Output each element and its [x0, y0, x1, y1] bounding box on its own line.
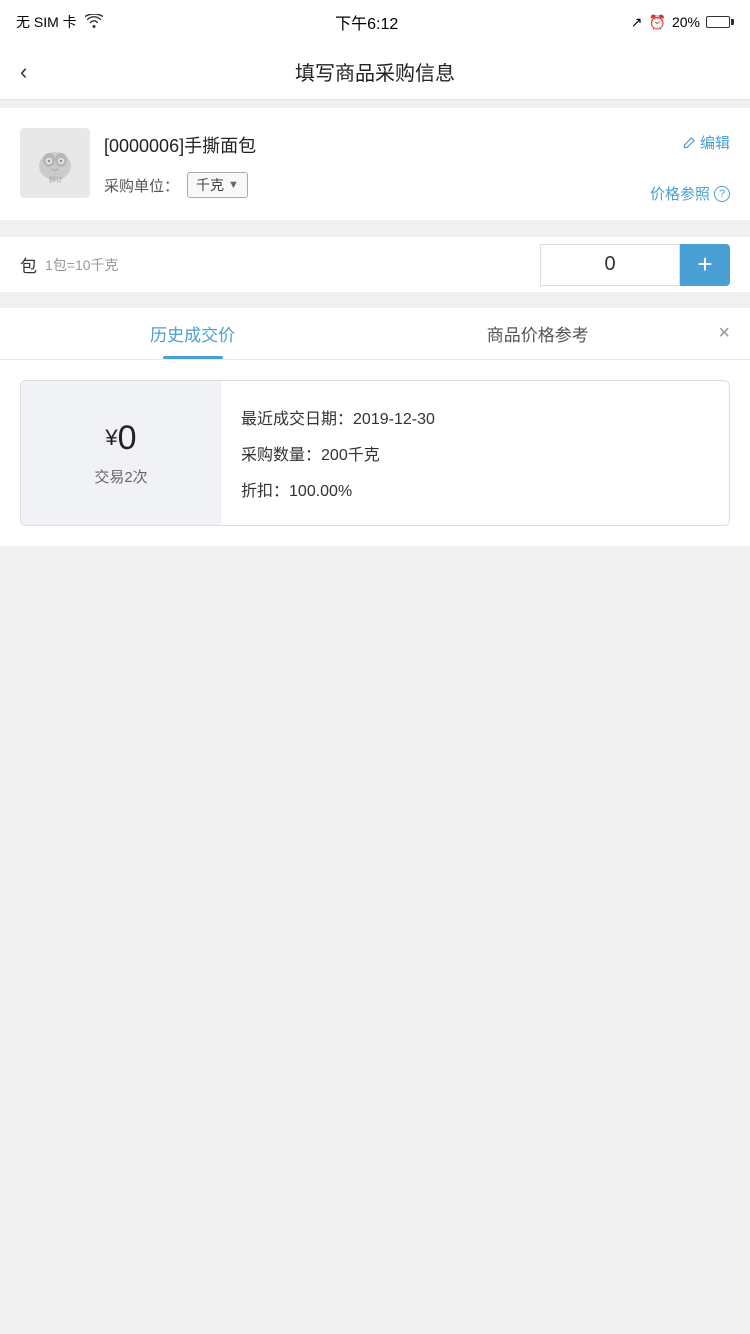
quantity-plus-button[interactable]: +: [680, 244, 730, 286]
quantity-controls: 0 +: [540, 244, 730, 286]
page-title: 填写商品采购信息: [295, 57, 455, 86]
purchase-unit-label: 采购单位：: [104, 175, 179, 196]
transaction-left: ¥0 交易2次: [21, 381, 221, 525]
unit-value: 千克: [196, 175, 224, 195]
status-right: ↗ ⏰ 20%: [631, 14, 734, 31]
svg-text:鲜计: 鲜计: [49, 175, 63, 184]
status-bar: 无 SIM 卡 下午6:12 ↗ ⏰ 20%: [0, 0, 750, 44]
tab-header: 历史成交价 商品价格参考 ×: [0, 308, 750, 360]
tab-history-price[interactable]: 历史成交价: [20, 308, 365, 359]
recent-date-label: 最近成交日期：: [241, 411, 353, 428]
unit-badge[interactable]: 千克 ▼: [187, 172, 248, 198]
battery-icon: [706, 16, 734, 28]
carrier-text: 无 SIM 卡: [16, 12, 77, 32]
tab-product-price-ref-label: 商品价格参考: [487, 321, 589, 346]
discount-label: 折扣：: [241, 483, 289, 500]
location-icon: ↗: [631, 14, 643, 31]
product-info: [0000006]手撕面包 采购单位： 千克 ▼: [104, 128, 256, 198]
nav-bar: ‹ 填写商品采购信息: [0, 44, 750, 100]
purchase-qty-value: 200千克: [321, 447, 380, 464]
back-button[interactable]: ‹: [12, 51, 35, 93]
purchase-qty-row: 采购数量：200千克: [241, 441, 709, 465]
edit-label: 编辑: [700, 132, 730, 153]
price-ref-label: 价格参照: [650, 183, 710, 204]
tab-content: ¥0 交易2次 最近成交日期：2019-12-30 采购数量：200千克 折扣：…: [0, 360, 750, 546]
quantity-label: 包 1包=10千克: [20, 252, 119, 277]
divider-1: [0, 220, 750, 228]
price-ref-question-icon: ?: [714, 186, 730, 202]
price-symbol: ¥: [105, 425, 117, 451]
price-ref-button[interactable]: 价格参照 ?: [650, 183, 730, 204]
purchase-qty-label: 采购数量：: [241, 447, 321, 464]
product-name: [0000006]手撕面包: [104, 132, 256, 158]
quantity-input[interactable]: 0: [540, 244, 680, 286]
status-time: 下午6:12: [335, 10, 398, 34]
tab-underline: [163, 356, 223, 359]
product-card: 鲜计 [0000006]手撕面包 采购单位： 千克 ▼ 编辑: [0, 108, 750, 220]
tab-product-price-ref[interactable]: 商品价格参考: [365, 308, 710, 359]
transaction-right: 最近成交日期：2019-12-30 采购数量：200千克 折扣：100.00%: [221, 381, 729, 525]
recent-date-value: 2019-12-30: [353, 411, 435, 428]
edit-button[interactable]: 编辑: [682, 132, 730, 153]
discount-value: 100.00%: [289, 483, 352, 500]
product-thumbnail: 鲜计: [20, 128, 90, 198]
tab-history-price-label: 历史成交价: [150, 321, 235, 346]
quantity-unit: 包: [20, 252, 37, 277]
divider-2: [0, 292, 750, 300]
product-unit-row: 采购单位： 千克 ▼: [104, 172, 256, 198]
recent-date-row: 最近成交日期：2019-12-30: [241, 405, 709, 429]
quantity-unit-hint: 1包=10千克: [45, 255, 119, 275]
wifi-icon: [85, 14, 103, 31]
discount-row: 折扣：100.00%: [241, 477, 709, 501]
status-left: 无 SIM 卡: [16, 12, 103, 32]
transaction-count: 交易2次: [94, 466, 147, 487]
transaction-card: ¥0 交易2次 最近成交日期：2019-12-30 采购数量：200千克 折扣：…: [20, 380, 730, 526]
tab-section: 历史成交价 商品价格参考 × ¥0 交易2次 最近成交日期：2019-12-30…: [0, 308, 750, 546]
price-value: 0: [118, 419, 137, 457]
quantity-row: 包 1包=10千克 0 +: [0, 236, 750, 292]
tab-close-button[interactable]: ×: [710, 314, 738, 353]
alarm-icon: ⏰: [649, 14, 666, 31]
transaction-price: ¥0: [105, 419, 136, 458]
battery-percent: 20%: [672, 14, 700, 30]
unit-arrow: ▼: [228, 179, 239, 191]
